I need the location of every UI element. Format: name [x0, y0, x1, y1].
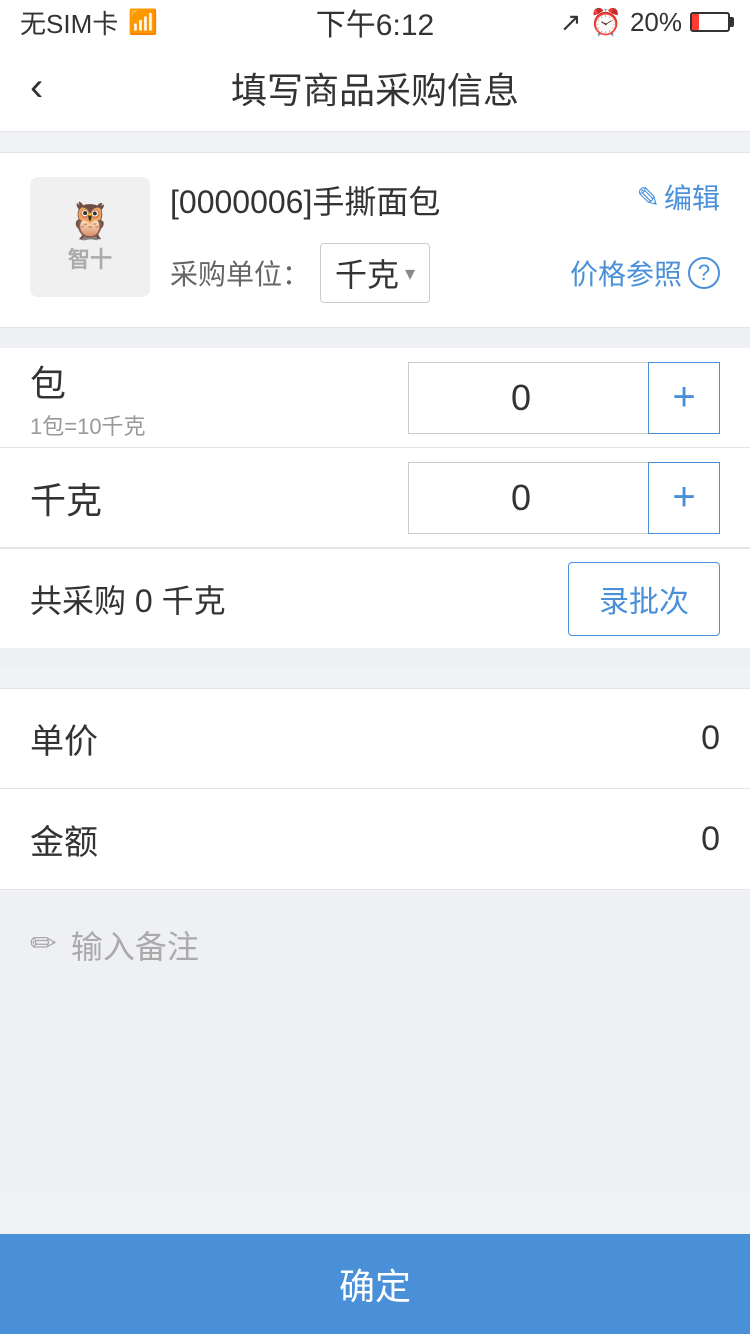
kg-input-row: 千克 +: [0, 448, 750, 548]
input-section: 包 1包=10千克 + 千克 +: [0, 348, 750, 548]
bag-plus-button[interactable]: +: [648, 362, 720, 434]
unit-price-row: 单价 0: [0, 689, 750, 789]
status-left: 无SIM卡 📶: [20, 4, 158, 41]
product-header: [0000006]手撕面包 ✎ 编辑: [170, 177, 720, 223]
back-button[interactable]: ‹: [30, 65, 43, 110]
battery-bar: [690, 12, 730, 32]
section-divider-2: [0, 648, 750, 668]
product-card: 🦉 智十 [0000006]手撕面包 ✎ 编辑 采购单位： 千克 ▾ 价格参照 …: [0, 152, 750, 328]
wifi-icon: 📶: [128, 8, 158, 37]
price-ref-label: 价格参照: [570, 253, 682, 293]
bag-input-row: 包 1包=10千克 +: [0, 348, 750, 448]
amount-row: 金额 0: [0, 789, 750, 889]
owl-icon: 🦉: [68, 200, 113, 242]
dropdown-arrow-icon: ▾: [405, 261, 415, 286]
bag-label: 包: [30, 355, 190, 407]
bag-plus-icon: +: [672, 375, 695, 420]
notes-pencil-icon: ✏: [30, 924, 57, 962]
product-info: [0000006]手撕面包 ✎ 编辑 采购单位： 千克 ▾ 价格参照 ?: [170, 177, 720, 303]
unit-dropdown[interactable]: 千克 ▾: [320, 243, 430, 303]
section-divider-1: [0, 328, 750, 348]
batch-button[interactable]: 录批次: [568, 562, 720, 636]
price-section: 单价 0 金额 0: [0, 688, 750, 890]
alarm-icon: ⏰: [590, 7, 622, 38]
product-unit-row: 采购单位： 千克 ▾ 价格参照 ?: [170, 243, 720, 303]
unit-price-value: 0: [701, 719, 720, 758]
bag-label-group: 包 1包=10千克: [30, 355, 190, 441]
product-logo: 🦉 智十: [68, 200, 113, 274]
unit-selector: 采购单位： 千克 ▾: [170, 243, 430, 303]
product-image: 🦉 智十: [30, 177, 150, 297]
page-title: 填写商品采购信息: [231, 62, 519, 114]
notes-section[interactable]: ✏ 输入备注: [0, 892, 750, 1192]
kg-plus-button[interactable]: +: [648, 462, 720, 534]
unit-value: 千克: [335, 250, 399, 296]
kg-label-group: 千克: [30, 472, 190, 524]
nav-bar: ‹ 填写商品采购信息: [0, 44, 750, 132]
kg-label: 千克: [30, 472, 190, 524]
bag-sub-label: 1包=10千克: [30, 409, 190, 441]
status-bar: 无SIM卡 📶 下午6:12 ↗ ⏰ 20%: [0, 0, 750, 44]
edit-label: 编辑: [664, 177, 720, 217]
status-right: ↗ ⏰ 20%: [560, 7, 730, 38]
kg-plus-icon: +: [672, 475, 695, 520]
help-icon: ?: [688, 257, 720, 289]
amount-label: 金额: [30, 815, 98, 864]
confirm-button[interactable]: 确定: [0, 1234, 750, 1334]
location-icon: ↗: [560, 7, 582, 38]
unit-label: 采购单位：: [170, 253, 310, 293]
price-ref-button[interactable]: 价格参照 ?: [570, 253, 720, 293]
bag-input-controls: +: [408, 362, 720, 434]
bag-quantity-input[interactable]: [408, 362, 648, 434]
kg-input-controls: +: [408, 462, 720, 534]
logo-text: 智十: [68, 242, 112, 274]
edit-icon: ✎: [637, 181, 660, 214]
summary-row: 共采购 0 千克 录批次: [0, 548, 750, 648]
carrier-label: 无SIM卡: [20, 4, 118, 41]
kg-quantity-input[interactable]: [408, 462, 648, 534]
battery-fill: [692, 14, 699, 30]
battery-label: 20%: [630, 7, 682, 38]
notes-placeholder: 输入备注: [71, 922, 199, 968]
amount-value: 0: [701, 820, 720, 859]
status-time: 下午6:12: [316, 0, 434, 44]
product-name: [0000006]手撕面包: [170, 177, 440, 223]
unit-price-label: 单价: [30, 714, 98, 763]
edit-button[interactable]: ✎ 编辑: [637, 177, 720, 217]
summary-text: 共采购 0 千克: [30, 576, 226, 622]
